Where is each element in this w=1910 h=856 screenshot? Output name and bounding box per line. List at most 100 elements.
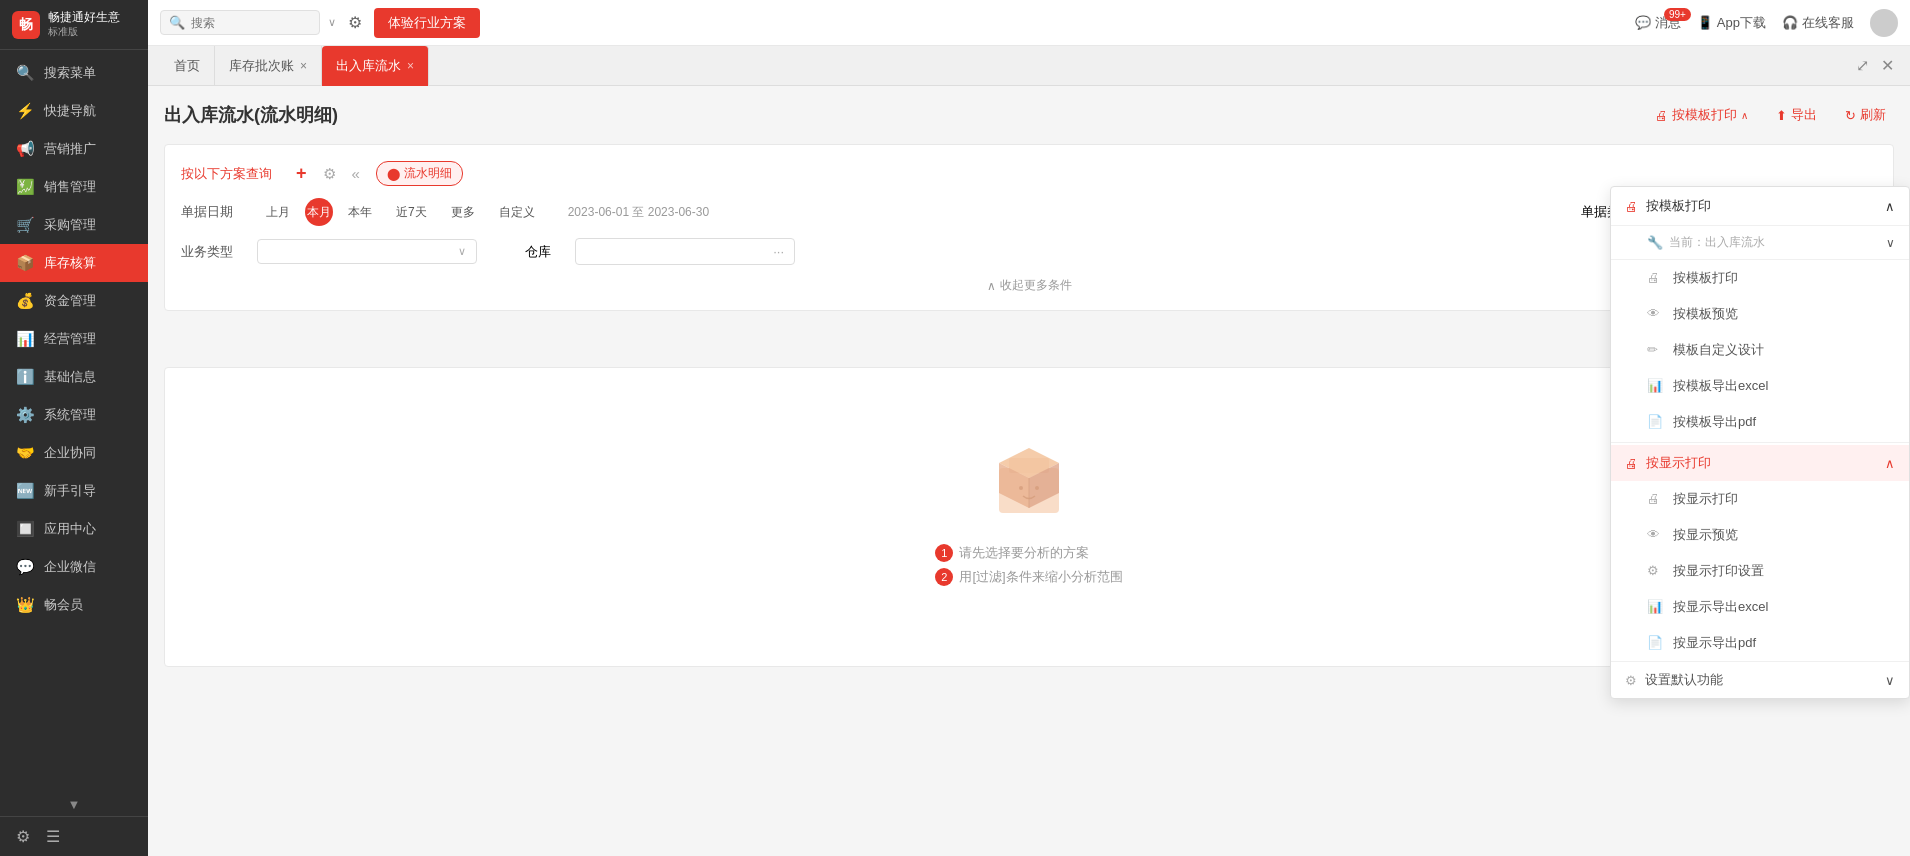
- template-export-excel-item[interactable]: 📊 按模板导出excel: [1611, 368, 1909, 404]
- menu-toggle-icon[interactable]: ☰: [46, 827, 60, 846]
- sidebar-item-marketing[interactable]: 📢 营销推广: [0, 130, 148, 168]
- warehouse-select[interactable]: ···: [575, 238, 795, 265]
- sidebar-item-label-operations: 经营管理: [44, 330, 96, 348]
- sidebar-item-wechat[interactable]: 💬 企业微信: [0, 548, 148, 586]
- sidebar-item-basic[interactable]: ℹ️ 基础信息: [0, 358, 148, 396]
- filter-top-row: 按以下方案查询 + ⚙ « ⬤ 流水明细: [181, 161, 1877, 186]
- search-input[interactable]: [191, 16, 311, 30]
- online-service-label: 在线客服: [1802, 14, 1854, 32]
- display-print-settings-item[interactable]: ⚙ 按显示打印设置: [1611, 553, 1909, 589]
- maximize-window-icon[interactable]: ⤢: [1852, 52, 1873, 79]
- warehouse-more-icon[interactable]: ···: [773, 244, 784, 259]
- footer-chevron-icon[interactable]: ∨: [1885, 673, 1895, 688]
- svg-point-6: [1019, 486, 1023, 490]
- sidebar-item-collab[interactable]: 🤝 企业协同: [0, 434, 148, 472]
- display-header-label: 按显示打印: [1646, 454, 1711, 472]
- dropdown-footer[interactable]: ⚙ 设置默认功能 ∨: [1611, 661, 1909, 698]
- tab-flow[interactable]: 出入库流水×: [322, 46, 429, 86]
- sidebar-item-inventory[interactable]: 📦 库存核算: [0, 244, 148, 282]
- user-avatar[interactable]: [1870, 9, 1898, 37]
- date-option-本年[interactable]: 本年: [339, 200, 381, 225]
- close-window-icon[interactable]: ✕: [1877, 52, 1898, 79]
- marketing-icon: 📢: [16, 140, 34, 158]
- date-option-本月[interactable]: 本月: [305, 198, 333, 226]
- online-service-item[interactable]: 🎧 在线客服: [1782, 14, 1854, 32]
- active-filter-tag[interactable]: ⬤ 流水明细: [376, 161, 463, 186]
- tab-label-batch: 库存批次账: [229, 57, 294, 75]
- default-settings-icon: ⚙: [1625, 673, 1637, 688]
- empty-step-2: 2 用[过滤]条件来缩小分析范围: [935, 568, 1122, 586]
- sidebar-item-label-sales: 销售管理: [44, 178, 96, 196]
- settings-icon[interactable]: ⚙: [16, 827, 30, 846]
- sidebar-item-apps[interactable]: 🔲 应用中心: [0, 510, 148, 548]
- filter-gear-icon[interactable]: ⚙: [323, 165, 336, 183]
- filter-collapse-icon[interactable]: «: [352, 165, 360, 182]
- template-print-item[interactable]: 🖨 按模板打印: [1611, 260, 1909, 296]
- sidebar-item-purchase[interactable]: 🛒 采购管理: [0, 206, 148, 244]
- sidebar-item-operations[interactable]: 📊 经营管理: [0, 320, 148, 358]
- filter-add-btn[interactable]: +: [296, 163, 307, 184]
- app-download-item[interactable]: 📱 App下载: [1697, 14, 1766, 32]
- search-icon: 🔍: [169, 15, 185, 30]
- sidebar-item-quicknav[interactable]: ⚡ 快捷导航: [0, 92, 148, 130]
- sidebar-item-label-basic: 基础信息: [44, 368, 96, 386]
- dropdown-footer-left: ⚙ 设置默认功能: [1625, 671, 1723, 689]
- sidebar-item-guide[interactable]: 🆕 新手引导: [0, 472, 148, 510]
- dropdown-current[interactable]: 🔧 当前：出入库流水 ∨: [1611, 226, 1909, 260]
- sidebar-item-label-member: 畅会员: [44, 596, 83, 614]
- dropdown-header-left: 🖨 按模板打印: [1625, 197, 1711, 215]
- finance-icon: 💰: [16, 292, 34, 310]
- topbar-search-box[interactable]: 🔍: [160, 10, 320, 35]
- template-preview-item[interactable]: 👁 按模板预览: [1611, 296, 1909, 332]
- tab-batch[interactable]: 库存批次账 ×: [215, 46, 322, 86]
- display-header-collapse-icon[interactable]: ∧: [1885, 456, 1895, 471]
- app-download-icon: 📱: [1697, 15, 1713, 30]
- date-option-更多[interactable]: 更多: [442, 200, 484, 225]
- current-expand-icon[interactable]: ∨: [1886, 236, 1895, 250]
- biz-type-label: 业务类型: [181, 243, 241, 261]
- sidebar-item-label-search: 搜索菜单: [44, 64, 96, 82]
- sidebar-item-finance[interactable]: 💰 资金管理: [0, 282, 148, 320]
- tab-home[interactable]: 首页: [160, 46, 215, 86]
- current-label: 当前：出入库流水: [1669, 234, 1765, 251]
- date-option-自定义[interactable]: 自定义: [490, 200, 544, 225]
- refresh-btn[interactable]: ↻ 刷新: [1837, 102, 1894, 128]
- sidebar-item-sales[interactable]: 💹 销售管理: [0, 168, 148, 206]
- dropdown-divider: [1611, 442, 1909, 443]
- current-left: 🔧 当前：出入库流水: [1647, 234, 1765, 251]
- tab-close-batch[interactable]: ×: [300, 59, 307, 73]
- step2-text: 用[过滤]条件来缩小分析范围: [959, 568, 1122, 586]
- sidebar-scroll-down[interactable]: ▼: [0, 793, 148, 816]
- display-print-item[interactable]: 🖨 按显示打印: [1611, 481, 1909, 517]
- step1-text: 请先选择要分析的方案: [959, 544, 1089, 562]
- topbar-settings-icon[interactable]: ⚙: [348, 13, 362, 32]
- app-download-label: App下载: [1717, 14, 1766, 32]
- display-export-excel-item[interactable]: 📊 按显示导出excel: [1611, 589, 1909, 625]
- sidebar-item-label-guide: 新手引导: [44, 482, 96, 500]
- date-option-上月[interactable]: 上月: [257, 200, 299, 225]
- industry-btn[interactable]: 体验行业方案: [374, 8, 480, 38]
- print-dropdown-panel: 🖨 按模板打印 ∧ 🔧 当前：出入库流水 ∨ 🖨 按模板打印: [1610, 186, 1910, 699]
- print-template-btn[interactable]: 🖨 按模板打印 ∧: [1647, 102, 1756, 128]
- date-option-近7天[interactable]: 近7天: [387, 200, 436, 225]
- inventory-icon: 📦: [16, 254, 34, 272]
- display-header-icon: 🖨: [1625, 456, 1638, 471]
- message-item[interactable]: 💬 消息 99+: [1635, 14, 1681, 32]
- template-export-pdf-item[interactable]: 📄 按模板导出pdf: [1611, 404, 1909, 440]
- sidebar-item-member[interactable]: 👑 畅会员: [0, 586, 148, 624]
- sidebar-item-system[interactable]: ⚙️ 系统管理: [0, 396, 148, 434]
- display-export-pdf-item[interactable]: 📄 按显示导出pdf: [1611, 625, 1909, 661]
- dropdown-expand-icon[interactable]: ∧: [1885, 199, 1895, 214]
- display-section-header[interactable]: 🖨 按显示打印 ∧: [1611, 445, 1909, 481]
- template-custom-item[interactable]: ✏ 模板自定义设计: [1611, 332, 1909, 368]
- tab-close-flow[interactable]: ×: [407, 59, 414, 73]
- dropdown-header[interactable]: 🖨 按模板打印 ∧: [1611, 187, 1909, 226]
- sidebar-item-search[interactable]: 🔍 搜索菜单: [0, 54, 148, 92]
- export-btn[interactable]: ⬆ 导出: [1768, 102, 1825, 128]
- date-range-display: 2023-06-01 至 2023-06-30: [568, 204, 709, 221]
- display-preview-item[interactable]: 👁 按显示预览: [1611, 517, 1909, 553]
- search-chevron-icon[interactable]: ∨: [328, 16, 336, 29]
- biz-type-select[interactable]: ∨: [257, 239, 477, 264]
- display-excel-icon: 📊: [1647, 599, 1663, 615]
- print-chevron-icon: ∧: [1741, 110, 1748, 121]
